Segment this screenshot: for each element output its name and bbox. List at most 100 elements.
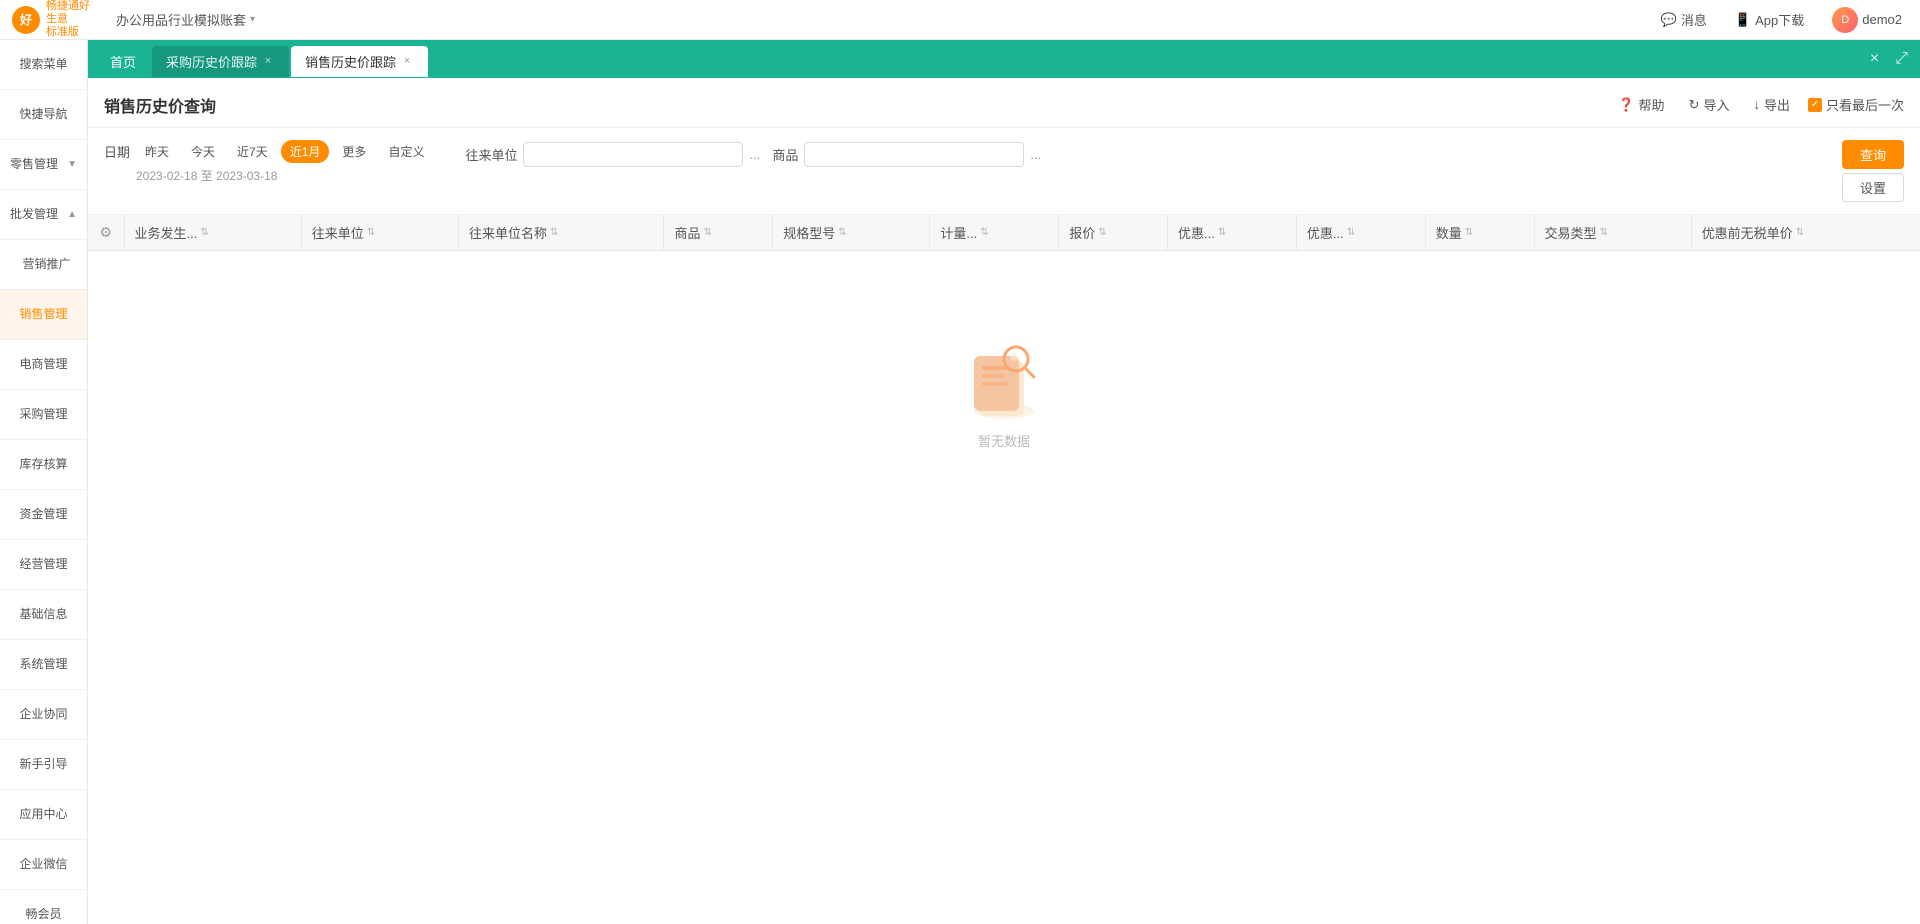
table-header-pretax-price[interactable]: 优惠前无税单价 ⇅: [1691, 215, 1920, 251]
col-discount1-label: 优惠...: [1178, 223, 1215, 242]
col-partner-code-label: 往来单位: [312, 223, 364, 242]
message-button[interactable]: 💬 消息: [1655, 6, 1713, 33]
sidebar-item-wechat[interactable]: 企业微信: [0, 840, 87, 890]
sort-pretax-price-icon: ⇅: [1796, 229, 1804, 237]
sidebar-member-label: 畅会员: [25, 907, 61, 923]
table-header-discount2[interactable]: 优惠... ⇅: [1296, 215, 1425, 251]
table-header-partner-code[interactable]: 往来单位 ⇅: [301, 215, 458, 251]
date-btn-more[interactable]: 更多: [333, 140, 375, 163]
tab-purchase-close-icon[interactable]: ×: [261, 54, 275, 68]
chevron-down-icon: ▾: [250, 14, 255, 25]
sidebar-item-system[interactable]: 系统管理: [0, 640, 87, 690]
sidebar-item-ecommerce[interactable]: 电商管理: [0, 340, 87, 390]
topbar: 好 畅捷通好生意 标准版 办公用品行业模拟账套 ▾ 💬 消息 📱 App下载 D…: [0, 0, 1920, 40]
settings-button[interactable]: 设置: [1842, 173, 1904, 202]
col-business-date-label: 业务发生...: [135, 223, 198, 242]
partner-dots-button[interactable]: ...: [749, 147, 760, 162]
empty-text: 暂无数据: [978, 431, 1030, 450]
sidebar-sales-label: 销售管理: [19, 307, 67, 323]
sort-discount1-icon: ⇅: [1218, 229, 1226, 237]
product-input[interactable]: [804, 142, 1024, 167]
sidebar-item-marketing[interactable]: 营销推广: [0, 240, 87, 290]
table-header-business-date[interactable]: 业务发生... ⇅: [124, 215, 301, 251]
filter-row: 日期 昨天 今天 近7天 近1月 更多 自定义 2023-02-18: [104, 140, 1904, 202]
help-button[interactable]: ❓ 帮助: [1612, 92, 1670, 117]
sidebar-inventory-label: 库存核算: [19, 457, 67, 473]
table-header-partner-name[interactable]: 往来单位名称 ⇅: [458, 215, 664, 251]
tab-home[interactable]: 首页: [96, 46, 150, 77]
date-btn-custom[interactable]: 自定义: [379, 140, 433, 163]
sidebar-item-retail[interactable]: 零售管理 ▼: [0, 140, 87, 190]
export-button[interactable]: ↓ 导出: [1747, 92, 1796, 117]
partner-input[interactable]: [523, 142, 743, 167]
only-last-checkbox[interactable]: ✓ 只看最后一次: [1808, 95, 1904, 114]
sidebar-item-basic[interactable]: 基础信息: [0, 590, 87, 640]
tab-sales-close-icon[interactable]: ×: [400, 54, 414, 68]
sort-product-icon: ⇅: [704, 229, 712, 237]
sidebar-item-finance[interactable]: 资金管理: [0, 490, 87, 540]
tab-sales-price[interactable]: 销售历史价跟踪 ×: [291, 46, 428, 77]
help-icon: ❓: [1618, 97, 1634, 113]
table-header-quantity[interactable]: 数量 ⇅: [1425, 215, 1534, 251]
sort-trade-type-icon: ⇅: [1600, 229, 1608, 237]
date-btn-7days[interactable]: 近7天: [228, 140, 277, 163]
export-icon: ↓: [1753, 97, 1760, 112]
empty-illustration: [954, 331, 1054, 431]
sort-price-icon: ⇅: [1098, 229, 1106, 237]
sidebar-item-sales[interactable]: 销售管理: [0, 290, 87, 340]
download-icon: 📱: [1735, 12, 1751, 28]
sort-partner-name-icon: ⇅: [550, 229, 558, 237]
sort-unit-icon: ⇅: [980, 229, 988, 237]
date-filter-group: 日期 昨天 今天 近7天 近1月 更多 自定义 2023-02-18: [104, 140, 433, 184]
app-download-button[interactable]: 📱 App下载: [1729, 6, 1810, 33]
date-btn-1month[interactable]: 近1月: [281, 140, 330, 163]
sidebar-ecommerce-label: 电商管理: [19, 357, 67, 373]
sidebar-finance-label: 资金管理: [19, 507, 67, 523]
page-header-actions: ❓ 帮助 ↻ 导入 ↓ 导出 ✓ 只看最后一次: [1612, 92, 1904, 117]
import-button[interactable]: ↻ 导入: [1683, 92, 1736, 117]
sidebar-operation-label: 经营管理: [19, 557, 67, 573]
table-header-trade-type[interactable]: 交易类型 ⇅: [1534, 215, 1691, 251]
sidebar-item-collab[interactable]: 企业协同: [0, 690, 87, 740]
sidebar-search-label: 搜索菜单: [19, 57, 67, 73]
sidebar-item-wholesale[interactable]: 批发管理 ▲: [0, 190, 87, 240]
sidebar-item-inventory[interactable]: 库存核算: [0, 440, 87, 490]
sidebar-guide-label: 新手引导: [19, 757, 67, 773]
tab-purchase-price[interactable]: 采购历史价跟踪 ×: [152, 46, 289, 77]
table-header-spec[interactable]: 规格型号 ⇅: [773, 215, 930, 251]
sidebar-item-appcenter[interactable]: 应用中心: [0, 790, 87, 840]
product-label: 商品: [772, 145, 798, 164]
sidebar-item-quicknav[interactable]: 快捷导航: [0, 90, 87, 140]
table-header-product[interactable]: 商品 ⇅: [664, 215, 773, 251]
sidebar-wholesale-label: 批发管理: [10, 207, 58, 223]
sidebar-item-member[interactable]: 畅会员: [0, 890, 87, 924]
date-btn-today[interactable]: 今天: [182, 140, 224, 163]
product-dots-button[interactable]: ...: [1030, 147, 1041, 162]
sidebar-wechat-label: 企业微信: [19, 857, 67, 873]
user-button[interactable]: D demo2: [1826, 3, 1908, 37]
sidebar-item-operation[interactable]: 经营管理: [0, 540, 87, 590]
message-label: 消息: [1681, 10, 1707, 29]
app-selector[interactable]: 办公用品行业模拟账套 ▾: [108, 6, 263, 33]
table-header-unit[interactable]: 计量... ⇅: [930, 215, 1059, 251]
table-header-settings: ⚙: [88, 215, 124, 251]
date-filter-inline: 日期 昨天 今天 近7天 近1月 更多 自定义: [104, 140, 433, 163]
sidebar-basic-label: 基础信息: [19, 607, 67, 623]
help-label: 帮助: [1639, 95, 1665, 114]
retail-arrow-icon: ▼: [67, 158, 77, 171]
maximize-button[interactable]: ⤢: [1891, 48, 1912, 70]
date-label: 日期: [104, 142, 130, 161]
table-settings-icon[interactable]: ⚙: [99, 224, 112, 240]
table-header-discount1[interactable]: 优惠... ⇅: [1167, 215, 1296, 251]
query-button[interactable]: 查询: [1842, 140, 1904, 169]
sidebar-appcenter-label: 应用中心: [19, 807, 67, 823]
close-all-tabs-button[interactable]: ×: [1866, 48, 1883, 70]
sort-quantity-icon: ⇅: [1465, 229, 1473, 237]
table-header-price[interactable]: 报价 ⇅: [1059, 215, 1168, 251]
sidebar-item-guide[interactable]: 新手引导: [0, 740, 87, 790]
date-btn-yesterday[interactable]: 昨天: [136, 140, 178, 163]
sidebar-item-search[interactable]: 搜索菜单: [0, 40, 87, 90]
content-area: 首页 采购历史价跟踪 × 销售历史价跟踪 × × ⤢ 销售历史价查询: [88, 40, 1920, 924]
filter-bar: 日期 昨天 今天 近7天 近1月 更多 自定义 2023-02-18: [88, 128, 1920, 215]
sidebar-item-purchase[interactable]: 采购管理: [0, 390, 87, 440]
